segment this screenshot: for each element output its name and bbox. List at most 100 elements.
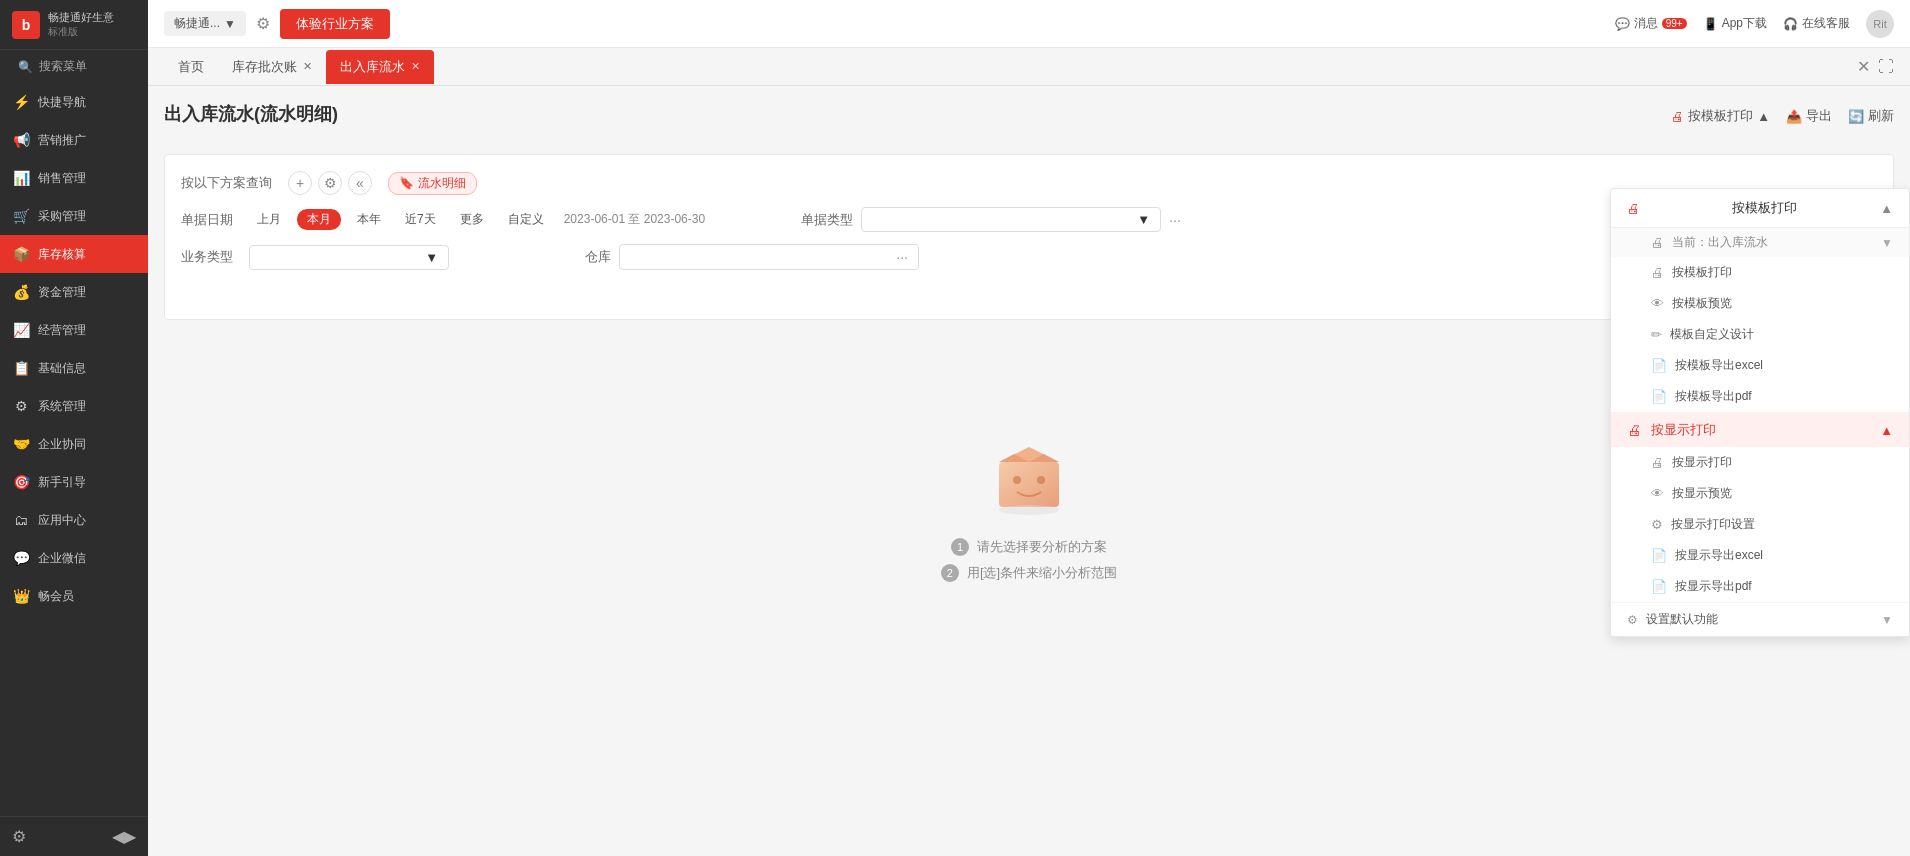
template-design-item[interactable]: ✏ 模板自定义设计 [1611, 319, 1909, 350]
page-content: 出入库流水(流水明细) 🖨 按模板打印 ▲ 📤 导出 🔄 刷新 [148, 86, 1910, 856]
purchase-icon: 🛒 [12, 207, 30, 225]
chevron-up-icon: ▲ [1757, 109, 1770, 124]
doc-type-dropdown[interactable]: ▼ [861, 207, 1161, 232]
date-tab-more[interactable]: 更多 [452, 209, 492, 230]
empty-state-icon [979, 422, 1079, 522]
member-icon: 👑 [12, 587, 30, 605]
inventory-icon: 📦 [12, 245, 30, 263]
export-button[interactable]: 📤 导出 [1786, 107, 1832, 125]
sidebar-logo: b 畅捷通好生意 标准版 [0, 0, 148, 50]
sidebar-item-quick-nav[interactable]: ⚡ 快捷导航 [0, 83, 148, 121]
sidebar-item-system[interactable]: ⚙ 系统管理 [0, 387, 148, 425]
message-icon: 💬 [1615, 17, 1630, 31]
filter-tag-liushui[interactable]: 🔖 流水明细 [388, 172, 477, 195]
topbar-gear-icon[interactable]: ⚙ [256, 14, 270, 33]
tag-filter-area: 🔖 流水明细 [388, 172, 477, 195]
sidebar-item-cooperation[interactable]: 🤝 企业协同 [0, 425, 148, 463]
display-preview-item[interactable]: 👁 按显示预览 [1611, 478, 1909, 509]
chevron-down-icon: ▼ [224, 17, 236, 31]
user-avatar[interactable]: Rit [1866, 10, 1894, 38]
guide-icon: 🎯 [12, 473, 30, 491]
sidebar-item-basic[interactable]: 📋 基础信息 [0, 349, 148, 387]
wechat-icon: 💬 [12, 549, 30, 567]
operations-icon: 📈 [12, 321, 30, 339]
display-group-arrow: ▲ [1880, 423, 1893, 438]
sidebar-item-marketing[interactable]: 📢 营销推广 [0, 121, 148, 159]
sidebar-item-finance[interactable]: 💰 资金管理 [0, 273, 148, 311]
tabs-bar: 首页 库存批次账 ✕ 出入库流水 ✕ ✕ ⛶ [148, 48, 1910, 86]
sidebar: b 畅捷通好生意 标准版 🔍 搜索菜单 ⚡ 快捷导航 📢 营销推广 📊 销售管理… [0, 0, 148, 856]
date-tab-prev-month[interactable]: 上月 [249, 209, 289, 230]
tab-flow-close[interactable]: ✕ [411, 60, 420, 73]
date-tab-this-year[interactable]: 本年 [349, 209, 389, 230]
template-excel-item[interactable]: 📄 按模板导出excel [1611, 350, 1909, 381]
tab-flow[interactable]: 出入库流水 ✕ [326, 50, 434, 84]
display-print-icon: 🖨 [1651, 455, 1664, 470]
template-pdf-item[interactable]: 📄 按模板导出pdf [1611, 381, 1909, 412]
page-title: 出入库流水(流水明细) [164, 102, 338, 126]
svg-rect-0 [999, 462, 1059, 507]
doc-type-more-icon[interactable]: ··· [1169, 212, 1181, 228]
sidebar-item-sales[interactable]: 📊 销售管理 [0, 159, 148, 197]
dropdown-panel: 🖨 按模板打印 ▲ 🖨 当前：出入库流水 ▼ 🖨 按模板打印 👁 按模板预览 [1610, 188, 1910, 637]
display-group-header[interactable]: 🖨 按显示打印 ▲ [1611, 413, 1909, 447]
print-template-header-icon: 🖨 [1627, 201, 1640, 216]
refresh-button[interactable]: 🔄 刷新 [1848, 107, 1894, 125]
tab-expand-icon[interactable]: ⛶ [1878, 58, 1894, 76]
display-print-settings-item[interactable]: ⚙ 按显示打印设置 [1611, 509, 1909, 540]
tab-batch-account[interactable]: 库存批次账 ✕ [218, 50, 326, 84]
display-pdf-item[interactable]: 📄 按显示导出pdf [1611, 571, 1909, 602]
sidebar-item-guide[interactable]: 🎯 新手引导 [0, 463, 148, 501]
message-button[interactable]: 💬 消息 99+ [1615, 15, 1687, 32]
empty-step-2: 2 用[选]条件来缩小分析范围 [941, 564, 1117, 582]
online-service-button[interactable]: 🎧 在线客服 [1783, 15, 1850, 32]
collapse-filter-button[interactable]: « [348, 171, 372, 195]
template-print-item[interactable]: 🖨 按模板打印 [1611, 257, 1909, 288]
warehouse-more-icon[interactable]: ··· [896, 249, 908, 265]
design-sub-icon: ✏ [1651, 327, 1662, 342]
export-icon: 📤 [1786, 109, 1802, 124]
excel-sub-icon: 📄 [1651, 358, 1667, 373]
topbar-right: 💬 消息 99+ 📱 App下载 🎧 在线客服 Rit [1615, 10, 1894, 38]
date-tab-7days[interactable]: 近7天 [397, 209, 444, 230]
sidebar-item-wechat[interactable]: 💬 企业微信 [0, 539, 148, 577]
main-area: 畅捷通... ▼ ⚙ 体验行业方案 💬 消息 99+ 📱 App下载 🎧 在线客… [148, 0, 1910, 856]
display-print-item[interactable]: 🖨 按显示打印 [1611, 447, 1909, 478]
apps-icon: 🗂 [12, 511, 30, 529]
topbar-left: 畅捷通... ▼ ⚙ 体验行业方案 [164, 9, 1615, 39]
marketing-icon: 📢 [12, 131, 30, 149]
date-tab-custom[interactable]: 自定义 [500, 209, 552, 230]
app-download-button[interactable]: 📱 App下载 [1703, 15, 1767, 32]
tab-batch-account-close[interactable]: ✕ [303, 60, 312, 73]
tab-home[interactable]: 首页 [164, 50, 218, 84]
settings-icon[interactable]: ⚙ [12, 827, 26, 846]
display-excel-item[interactable]: 📄 按显示导出excel [1611, 540, 1909, 571]
current-item-icon: 🖨 [1651, 235, 1664, 250]
business-type-dropdown[interactable]: ▼ [249, 245, 449, 270]
dropdown-panel-arrow-up[interactable]: ▲ [1880, 201, 1893, 216]
collapse-icon[interactable]: ◀▶ [112, 827, 136, 846]
topbar: 畅捷通... ▼ ⚙ 体验行业方案 💬 消息 99+ 📱 App下载 🎧 在线客… [148, 0, 1910, 48]
user-display[interactable]: 畅捷通... ▼ [164, 11, 246, 36]
system-icon: ⚙ [12, 397, 30, 415]
template-preview-item[interactable]: 👁 按模板预览 [1611, 288, 1909, 319]
industry-solution-button[interactable]: 体验行业方案 [280, 9, 390, 39]
set-default-item[interactable]: ⚙ 设置默认功能 ▼ [1611, 603, 1909, 636]
sidebar-item-apps[interactable]: 🗂 应用中心 [0, 501, 148, 539]
print-template-button[interactable]: 🖨 按模板打印 ▲ [1671, 107, 1770, 125]
date-tab-this-month[interactable]: 本月 [297, 209, 341, 230]
template-print-group: 🖨 按模板打印 👁 按模板预览 ✏ 模板自定义设计 📄 按模板导出excel 📄 [1611, 257, 1909, 413]
sidebar-item-operations[interactable]: 📈 经营管理 [0, 311, 148, 349]
sidebar-search[interactable]: 🔍 搜索菜单 [0, 50, 148, 83]
add-filter-button[interactable]: + [288, 171, 312, 195]
sidebar-item-member[interactable]: 👑 畅会员 [0, 577, 148, 615]
tab-close-all-icon[interactable]: ✕ [1857, 57, 1870, 76]
pdf-sub-icon: 📄 [1651, 389, 1667, 404]
sidebar-item-purchase[interactable]: 🛒 采购管理 [0, 197, 148, 235]
app-logo-text: 畅捷通好生意 标准版 [48, 10, 114, 38]
warehouse-dropdown[interactable]: ··· [619, 244, 919, 270]
print-sub-icon: 🖨 [1651, 265, 1664, 280]
sidebar-item-inventory[interactable]: 📦 库存核算 [0, 235, 148, 273]
settings-filter-button[interactable]: ⚙ [318, 171, 342, 195]
quick-nav-icon: ⚡ [12, 93, 30, 111]
